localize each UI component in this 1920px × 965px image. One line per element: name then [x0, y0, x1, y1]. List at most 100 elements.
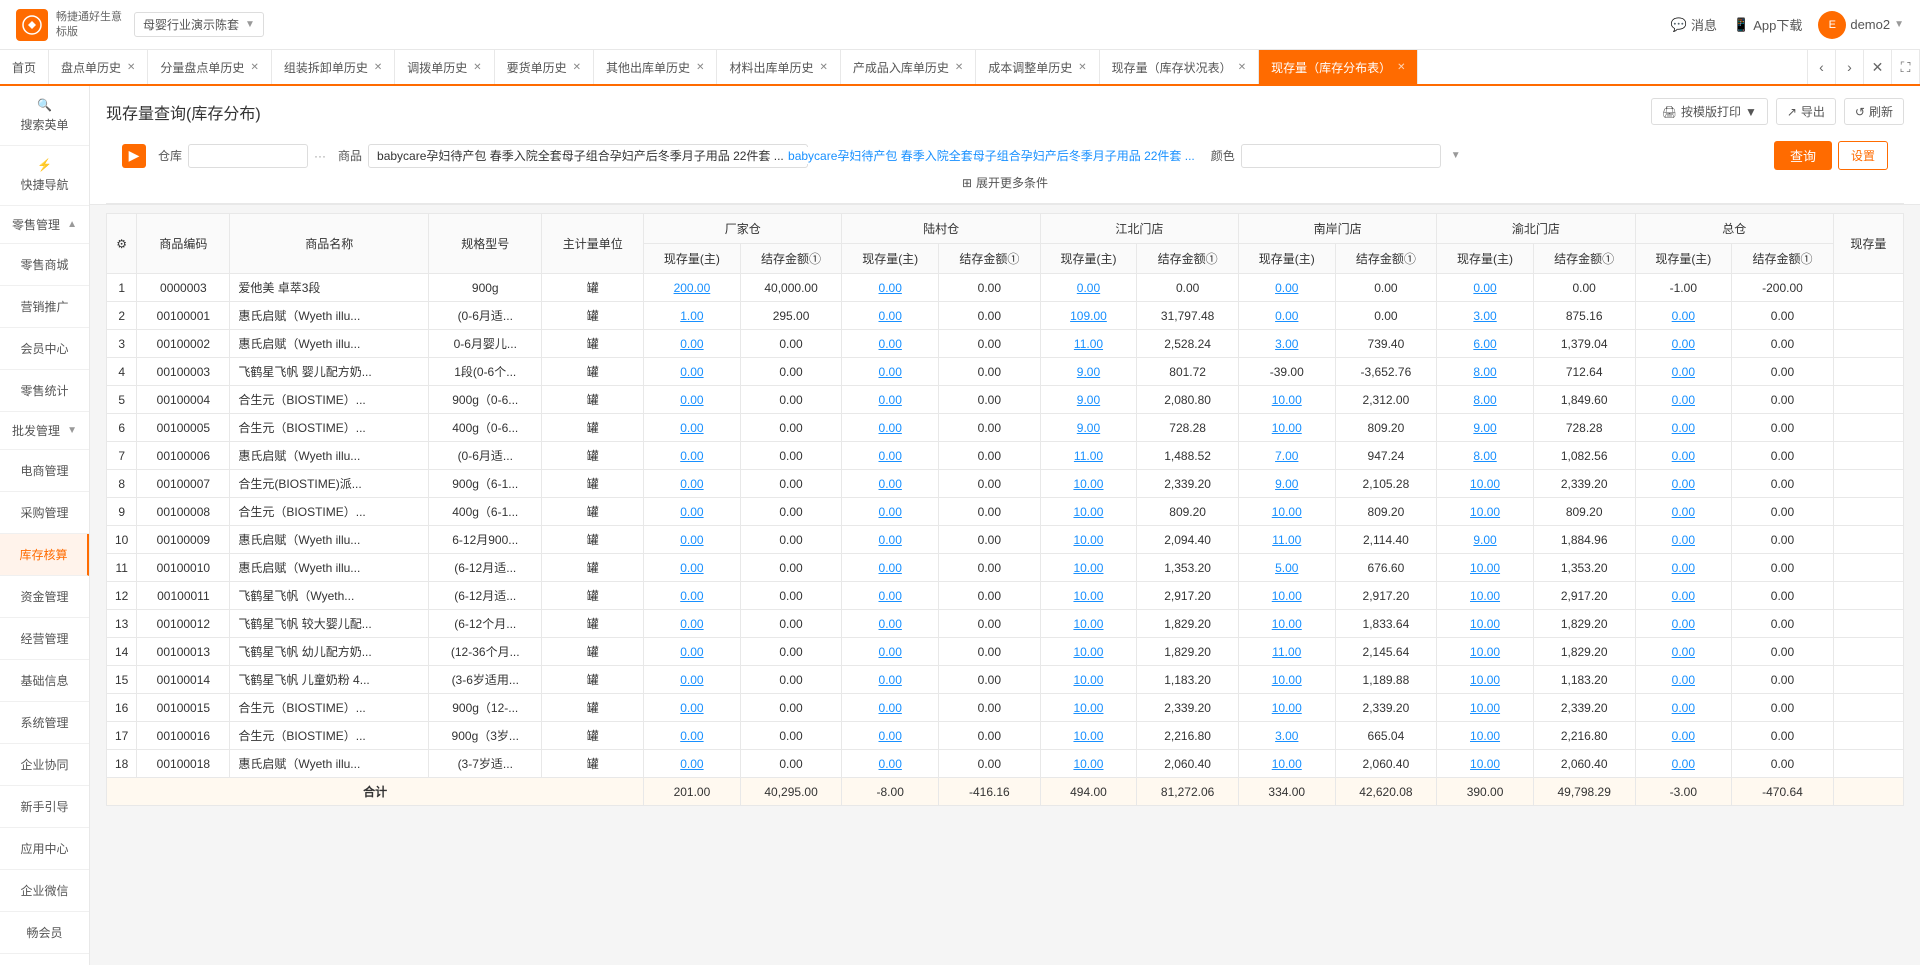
cell-cj-qty[interactable]: 0.00 [644, 722, 740, 750]
cell-lc-qty[interactable]: 0.00 [842, 358, 938, 386]
cell-lc-qty[interactable]: 0.00 [842, 414, 938, 442]
tab-4-close-icon[interactable]: ✕ [473, 62, 481, 73]
cell-jb-qty[interactable]: 10.00 [1040, 470, 1136, 498]
tab-3-close-icon[interactable]: ✕ [374, 62, 382, 73]
cell-yb-qty[interactable]: 9.00 [1437, 414, 1533, 442]
cell-cj-qty[interactable]: 0.00 [644, 442, 740, 470]
cell-lc-qty[interactable]: 0.00 [842, 610, 938, 638]
cell-jb-qty[interactable]: 10.00 [1040, 526, 1136, 554]
cell-yb-qty[interactable]: 9.00 [1437, 526, 1533, 554]
cell-lc-qty[interactable]: 0.00 [842, 554, 938, 582]
cell-na-qty[interactable]: 10.00 [1239, 414, 1335, 442]
cell-lc-qty[interactable]: 0.00 [842, 386, 938, 414]
tab-8[interactable]: 产成品入库单历史 ✕ [841, 50, 976, 84]
cell-total-qty[interactable]: 0.00 [1635, 722, 1731, 750]
tab-10[interactable]: 现存量（库存状况表） ✕ [1100, 50, 1259, 84]
cell-na-qty[interactable]: 10.00 [1239, 582, 1335, 610]
refresh-btn[interactable]: ↺ 刷新 [1844, 98, 1904, 125]
cell-yb-qty[interactable]: 10.00 [1437, 666, 1533, 694]
cell-total-qty[interactable]: 0.00 [1635, 442, 1731, 470]
cell-na-qty[interactable]: -39.00 [1239, 358, 1335, 386]
cell-yb-qty[interactable]: 8.00 [1437, 442, 1533, 470]
cell-jb-qty[interactable]: 109.00 [1040, 302, 1136, 330]
tab-3[interactable]: 组装拆卸单历史 ✕ [272, 50, 395, 84]
sidebar-item-member[interactable]: 畅会员 [0, 912, 89, 954]
cell-na-qty[interactable]: 9.00 [1239, 470, 1335, 498]
cell-jb-qty[interactable]: 0.00 [1040, 274, 1136, 302]
sidebar-item-purchase[interactable]: 采购管理 [0, 492, 89, 534]
cell-total-qty[interactable]: 0.00 [1635, 610, 1731, 638]
cell-yb-qty[interactable]: 10.00 [1437, 638, 1533, 666]
color-input[interactable] [1241, 144, 1441, 168]
th-settings[interactable]: ⚙ [107, 214, 137, 274]
cell-cj-qty[interactable]: 0.00 [644, 694, 740, 722]
sidebar-item-marketing[interactable]: 营销推广 [0, 286, 89, 328]
cell-total-qty[interactable]: 0.00 [1635, 498, 1731, 526]
cell-cj-qty[interactable]: 1.00 [644, 302, 740, 330]
sidebar-item-wholesale[interactable]: 批发管理 ▼ [0, 412, 89, 450]
cell-yb-qty[interactable]: 10.00 [1437, 470, 1533, 498]
cell-cj-qty[interactable]: 0.00 [644, 470, 740, 498]
sidebar-item-app-center[interactable]: 应用中心 [0, 828, 89, 870]
tab-11[interactable]: 现存量（库存分布表） ✕ [1259, 50, 1418, 84]
cell-cj-qty[interactable]: 0.00 [644, 414, 740, 442]
goods-input[interactable] [368, 144, 808, 168]
cell-jb-qty[interactable]: 9.00 [1040, 414, 1136, 442]
sidebar-item-collaboration[interactable]: 企业协同 [0, 744, 89, 786]
message-btn[interactable]: 💬 消息 [1671, 15, 1717, 34]
cell-lc-qty[interactable]: 0.00 [842, 750, 938, 778]
tab-home[interactable]: 首页 [0, 50, 49, 84]
sidebar-item-wechat[interactable]: 企业微信 [0, 870, 89, 912]
tab-expand-btn[interactable]: ⛶ [1892, 50, 1920, 85]
sidebar-item-retail-mall[interactable]: 零售商城 [0, 244, 89, 286]
tab-6[interactable]: 其他出库单历史 ✕ [594, 50, 717, 84]
cell-total-qty[interactable]: 0.00 [1635, 694, 1731, 722]
cell-total-qty[interactable]: 0.00 [1635, 386, 1731, 414]
cell-cj-qty[interactable]: 0.00 [644, 638, 740, 666]
cell-jb-qty[interactable]: 10.00 [1040, 610, 1136, 638]
cell-cj-qty[interactable]: 0.00 [644, 666, 740, 694]
sidebar-item-ecommerce[interactable]: 电商管理 [0, 450, 89, 492]
sidebar-item-operations[interactable]: 经营管理 [0, 618, 89, 660]
tab-7-close-icon[interactable]: ✕ [819, 62, 827, 73]
cell-yb-qty[interactable]: 10.00 [1437, 750, 1533, 778]
cell-cj-qty[interactable]: 0.00 [644, 498, 740, 526]
cell-na-qty[interactable]: 10.00 [1239, 610, 1335, 638]
sidebar-search[interactable]: 🔍 搜索英单 [0, 86, 89, 146]
cell-lc-qty[interactable]: 0.00 [842, 694, 938, 722]
cell-yb-qty[interactable]: 10.00 [1437, 610, 1533, 638]
cell-total-qty[interactable]: 0.00 [1635, 750, 1731, 778]
sidebar-item-basic-info[interactable]: 基础信息 [0, 660, 89, 702]
tab-1[interactable]: 盘点单历史 ✕ [49, 50, 148, 84]
cell-yb-qty[interactable]: 3.00 [1437, 302, 1533, 330]
tab-8-close-icon[interactable]: ✕ [955, 62, 963, 73]
settings-icon[interactable]: ⚙ [116, 237, 127, 251]
tab-prev-btn[interactable]: ‹ [1808, 50, 1836, 85]
print-btn[interactable]: 🖨 按模版打印 ▼ [1651, 98, 1768, 125]
tab-4[interactable]: 调拨单历史 ✕ [395, 50, 494, 84]
filter-toggle-btn[interactable]: ▶ [122, 144, 146, 168]
cell-total-qty[interactable]: 0.00 [1635, 666, 1731, 694]
tab-11-close-icon[interactable]: ✕ [1397, 62, 1405, 73]
cell-lc-qty[interactable]: 0.00 [842, 274, 938, 302]
cell-yb-qty[interactable]: 10.00 [1437, 582, 1533, 610]
sidebar-item-system[interactable]: 系统管理 [0, 702, 89, 744]
cell-na-qty[interactable]: 10.00 [1239, 666, 1335, 694]
cell-cj-qty[interactable]: 0.00 [644, 750, 740, 778]
cell-total-qty[interactable]: 0.00 [1635, 302, 1731, 330]
cell-total-qty[interactable]: -1.00 [1635, 274, 1731, 302]
cell-jb-qty[interactable]: 10.00 [1040, 694, 1136, 722]
cell-total-qty[interactable]: 0.00 [1635, 638, 1731, 666]
cell-total-qty[interactable]: 0.00 [1635, 582, 1731, 610]
tab-5-close-icon[interactable]: ✕ [573, 62, 581, 73]
cell-lc-qty[interactable]: 0.00 [842, 442, 938, 470]
sidebar-item-guide[interactable]: 新手引导 [0, 786, 89, 828]
tab-2[interactable]: 分量盘点单历史 ✕ [148, 50, 271, 84]
industry-selector[interactable]: 母婴行业演示陈套 ▼ [134, 12, 264, 37]
cell-yb-qty[interactable]: 10.00 [1437, 694, 1533, 722]
tab-5[interactable]: 要货单历史 ✕ [495, 50, 594, 84]
sidebar-item-retail-stats[interactable]: 零售统计 [0, 370, 89, 412]
cell-jb-qty[interactable]: 10.00 [1040, 582, 1136, 610]
warehouse-dots[interactable]: ··· [314, 149, 326, 163]
tab-7[interactable]: 材料出库单历史 ✕ [717, 50, 840, 84]
